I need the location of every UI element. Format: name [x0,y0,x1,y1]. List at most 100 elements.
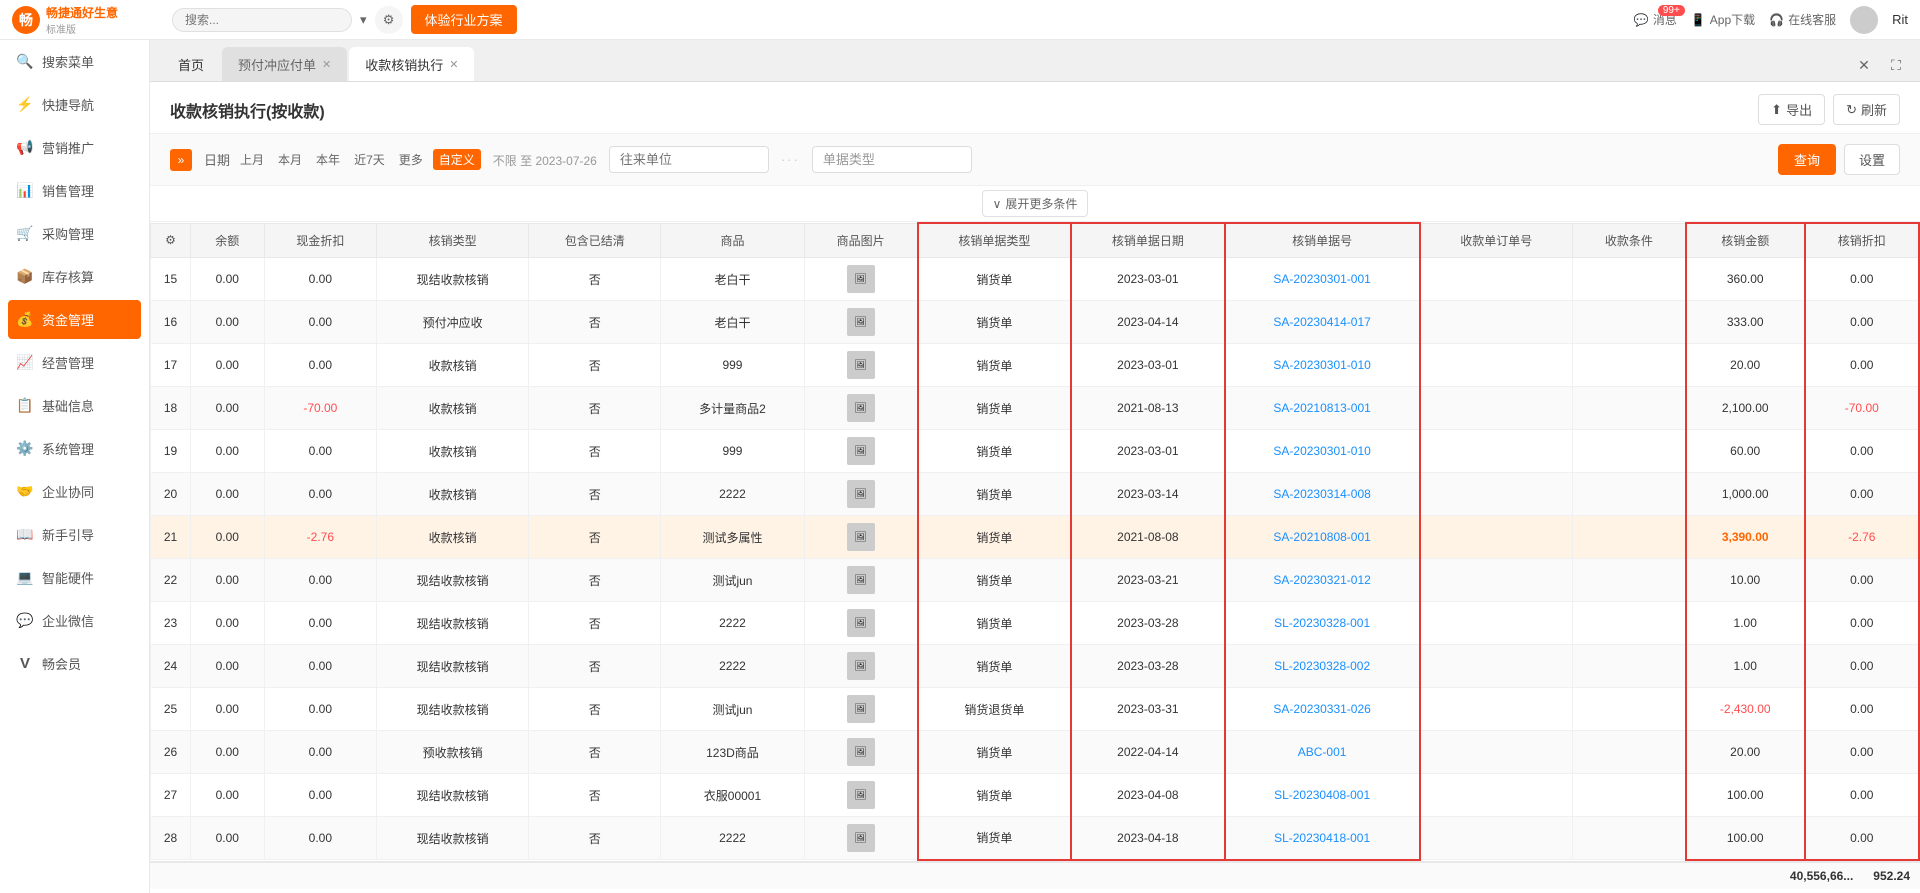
table-row[interactable]: 240.000.00现结收款核销否2222🖼销货单2023-03-28SL-20… [151,645,1920,688]
page-content: 收款核销执行(按收款) ⬆ 导出 ↻ 刷新 » 日期 [150,82,1920,893]
tab-prepay[interactable]: 预付冲应付单 ✕ [222,47,347,81]
row-verify-discount: 0.00 [1805,258,1919,301]
row-receipt-condition [1572,774,1686,817]
row-balance: 0.00 [191,430,265,473]
sidebar-item-inventory[interactable]: 📦 库存核算 [0,255,149,298]
tab-close-window-button[interactable]: ✕ [1852,53,1876,77]
expand-conditions-button[interactable]: ∨ 展开更多条件 [982,190,1089,217]
settings-gear-button[interactable]: ⚙ [375,6,403,34]
sidebar-item-marketing[interactable]: 📢 营销推广 [0,126,149,169]
table-row[interactable]: 230.000.00现结收款核销否2222🖼销货单2023-03-28SL-20… [151,602,1920,645]
table-row[interactable]: 160.000.00预付冲应收否老白干🖼销货单2023-04-14SA-2023… [151,301,1920,344]
row-verify-bill-no[interactable]: SL-20230408-001 [1225,774,1420,817]
sidebar-item-management[interactable]: 📈 经营管理 [0,341,149,384]
row-receipt-condition [1572,430,1686,473]
table-row[interactable]: 250.000.00现结收款核销否测试jun🖼销货退货单2023-03-31SA… [151,688,1920,731]
row-verify-bill-type: 销货单 [918,258,1072,301]
row-goods: 衣服00001 [661,774,804,817]
message-button[interactable]: 💬 消息 99+ [1634,11,1677,28]
sidebar-item-system[interactable]: ⚙️ 系统管理 [0,427,149,470]
order-type-select[interactable]: 单据类型 [812,146,972,173]
sidebar-item-hardware[interactable]: 💻 智能硬件 [0,556,149,599]
row-verify-bill-type: 销货单 [918,645,1072,688]
date-7days[interactable]: 近7天 [350,149,389,170]
filter-toggle-button[interactable]: » [170,149,192,171]
export-button[interactable]: ⬆ 导出 [1758,94,1825,125]
row-verify-bill-no[interactable]: SA-20210808-001 [1225,516,1420,559]
table-row[interactable]: 180.00-70.00收款核销否多计量商品2🖼销货单2021-08-13SA-… [151,387,1920,430]
sidebar-label-quick-nav: 快捷导航 [42,95,94,114]
sales-icon: 📊 [16,182,34,200]
table-row[interactable]: 220.000.00现结收款核销否测试jun🖼销货单2023-03-21SA-2… [151,559,1920,602]
sidebar-item-enterprise[interactable]: 🤝 企业协同 [0,470,149,513]
row-verify-bill-date: 2023-04-08 [1071,774,1225,817]
row-include-settled: 否 [529,602,661,645]
row-receipt-condition [1572,301,1686,344]
row-verify-bill-no[interactable]: SA-20230301-001 [1225,258,1420,301]
date-more[interactable]: 更多 [395,149,427,170]
row-cash-discount: 0.00 [264,774,377,817]
sidebar-item-search[interactable]: 🔍 搜索菜单 [0,40,149,83]
dropdown-arrow[interactable]: ▾ [360,12,367,28]
sidebar-item-wechat[interactable]: 💬 企业微信 [0,599,149,642]
table-row[interactable]: 170.000.00收款核销否999🖼销货单2023-03-01SA-20230… [151,344,1920,387]
row-verify-bill-no[interactable]: SA-20230301-010 [1225,430,1420,473]
sidebar-item-basic-info[interactable]: 📋 基础信息 [0,384,149,427]
table-row[interactable]: 190.000.00收款核销否999🖼销货单2023-03-01SA-20230… [151,430,1920,473]
row-verify-bill-no[interactable]: SL-20230328-002 [1225,645,1420,688]
content-area: 首页 预付冲应付单 ✕ 收款核销执行 ✕ ✕ ⛶ 收款核销执行(按收款) [150,40,1920,893]
row-verify-discount: 0.00 [1805,344,1919,387]
table-row[interactable]: 280.000.00现结收款核销否2222🖼销货单2023-04-18SL-20… [151,817,1920,860]
row-verify-bill-no[interactable]: SL-20230328-001 [1225,602,1420,645]
row-cash-discount: -70.00 [264,387,377,430]
table-row[interactable]: 260.000.00预收款核销否123D商品🖼销货单2022-04-14ABC-… [151,731,1920,774]
row-verify-bill-no[interactable]: SA-20230331-026 [1225,688,1420,731]
user-name: Rit [1892,12,1908,27]
table-row[interactable]: 210.00-2.76收款核销否测试多属性🖼销货单2021-08-08SA-20… [151,516,1920,559]
app-download-button[interactable]: 📱 App下载 [1691,11,1755,28]
table-row[interactable]: 200.000.00收款核销否2222🖼销货单2023-03-14SA-2023… [151,473,1920,516]
row-verify-bill-no[interactable]: ABC-001 [1225,731,1420,774]
row-verify-bill-no[interactable]: SA-20230301-010 [1225,344,1420,387]
row-verify-bill-no[interactable]: SA-20230321-012 [1225,559,1420,602]
sidebar-item-quick-nav[interactable]: ⚡ 快捷导航 [0,83,149,126]
tab-home[interactable]: 首页 [162,47,220,81]
row-cash-discount: 0.00 [264,473,377,516]
row-balance: 0.00 [191,387,265,430]
sidebar-item-vip[interactable]: V 畅会员 [0,642,149,685]
row-verify-bill-no[interactable]: SA-20230414-017 [1225,301,1420,344]
date-last-month[interactable]: 上月 [236,149,268,170]
sidebar-item-sales[interactable]: 📊 销售管理 [0,169,149,212]
sidebar-item-guide[interactable]: 📖 新手引导 [0,513,149,556]
tab-maximize-button[interactable]: ⛶ [1884,53,1908,77]
query-button[interactable]: 查询 [1778,144,1836,175]
row-verify-type: 收款核销 [377,516,529,559]
filter-settings-button[interactable]: 设置 [1844,144,1900,175]
partner-input[interactable] [609,146,769,173]
date-this-year[interactable]: 本年 [312,149,344,170]
row-verify-bill-no[interactable]: SA-20210813-001 [1225,387,1420,430]
top-search-input[interactable] [172,8,352,32]
th-cash-discount: 现金折扣 [264,223,377,258]
row-verify-bill-no[interactable]: SA-20230314-008 [1225,473,1420,516]
online-service-button[interactable]: 🎧 在线客服 [1769,11,1836,28]
tab-verify-close[interactable]: ✕ [449,58,458,71]
refresh-button[interactable]: ↻ 刷新 [1833,94,1900,125]
tab-prepay-close[interactable]: ✕ [322,58,331,71]
row-cash-discount: -2.76 [264,516,377,559]
sidebar-item-finance[interactable]: 💰 资金管理 [8,300,141,339]
industry-solution-button[interactable]: 体验行业方案 [411,5,517,34]
sidebar-label-management: 经营管理 [42,353,94,372]
row-verify-bill-date: 2023-03-01 [1071,344,1225,387]
tab-verify[interactable]: 收款核销执行 ✕ [349,47,474,81]
sidebar-item-purchase[interactable]: 🛒 采购管理 [0,212,149,255]
date-this-month[interactable]: 本月 [274,149,306,170]
row-index: 24 [151,645,191,688]
user-avatar[interactable] [1850,6,1878,34]
table-row[interactable]: 270.000.00现结收款核销否衣服00001🖼销货单2023-04-08SL… [151,774,1920,817]
sidebar-label-hardware: 智能硬件 [42,568,94,587]
table-row[interactable]: 150.000.00现结收款核销否老白干🖼销货单2023-03-01SA-202… [151,258,1920,301]
date-custom[interactable]: 自定义 [433,149,481,170]
row-receipt-order-no [1420,731,1573,774]
row-verify-bill-no[interactable]: SL-20230418-001 [1225,817,1420,860]
